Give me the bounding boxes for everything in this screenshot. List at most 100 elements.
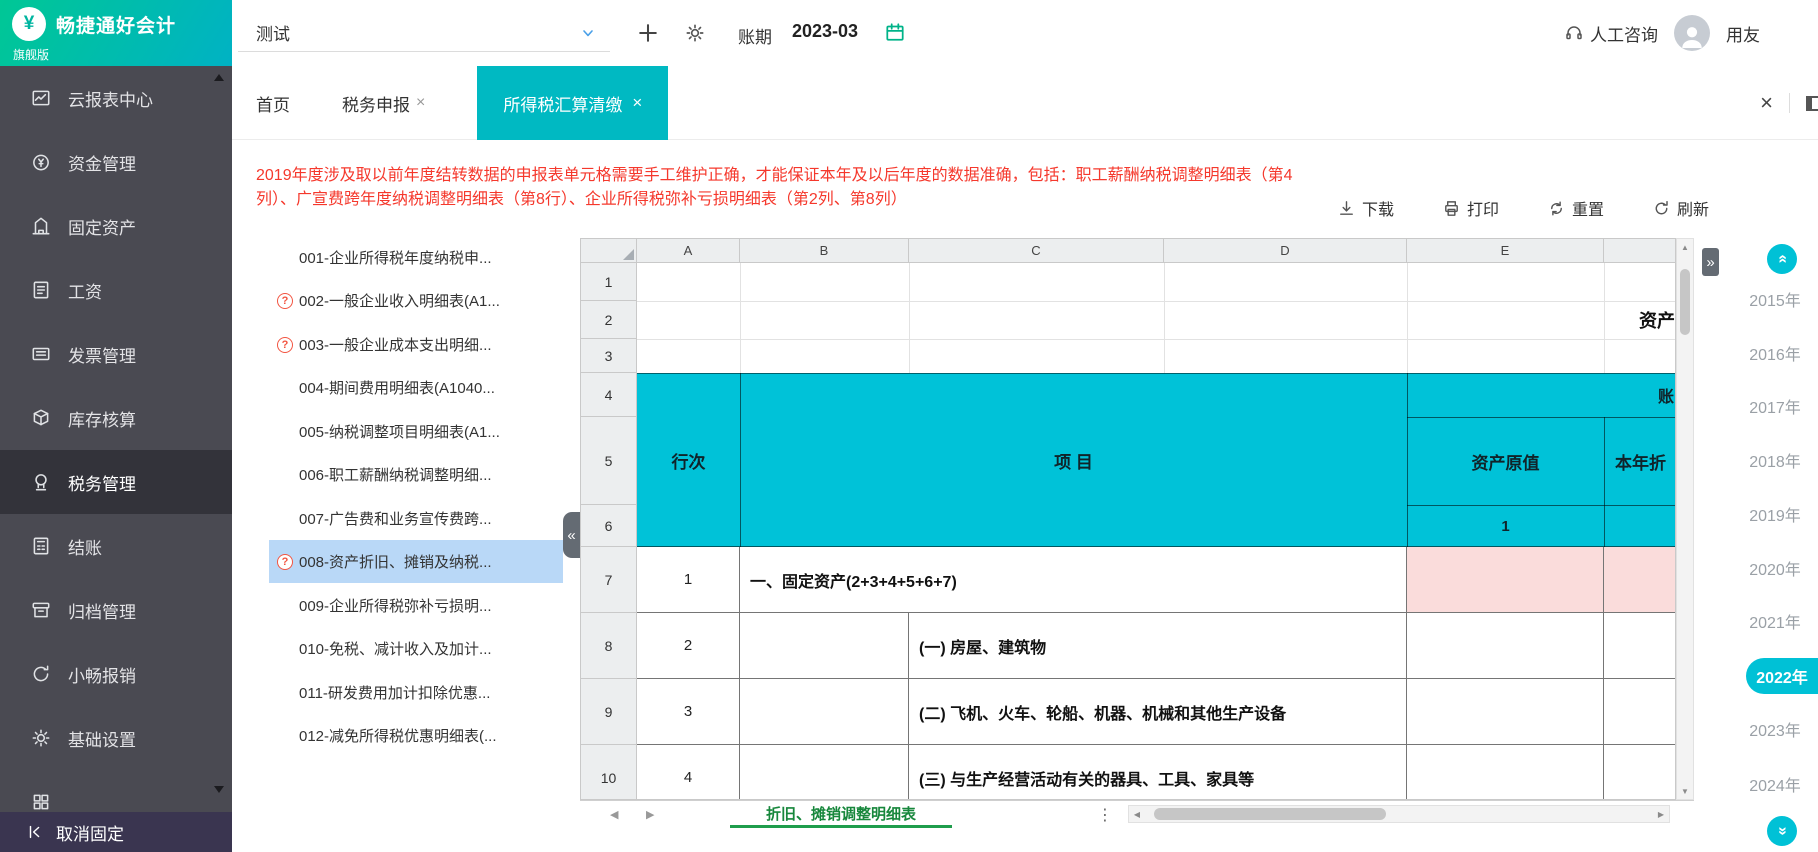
- row-header[interactable]: 9: [581, 679, 637, 745]
- sheet-cell[interactable]: [1407, 547, 1604, 613]
- report-item[interactable]: 006-职工薪酬纳税调整明细...: [269, 453, 563, 496]
- year-item-2023[interactable]: 2023年: [1732, 711, 1818, 747]
- sidebar-item-tax[interactable]: 税务管理: [0, 450, 232, 514]
- calendar-icon[interactable]: [884, 21, 906, 43]
- row-header[interactable]: 4: [581, 373, 637, 417]
- row-header[interactable]: 7: [581, 547, 637, 613]
- header-cell-item[interactable]: 项 目: [740, 373, 1407, 547]
- row-header[interactable]: 2: [581, 301, 637, 339]
- header-cell-depreciation-partial[interactable]: 本年折: [1604, 417, 1675, 505]
- year-item-2015[interactable]: 2015年: [1732, 281, 1818, 317]
- scroll-right-icon[interactable]: ▶: [1653, 806, 1669, 822]
- sidebar-item-fixed-assets[interactable]: 固定资产: [0, 194, 232, 258]
- report-item[interactable]: 012-减免所得税优惠明细表(...: [269, 714, 563, 757]
- period-value[interactable]: 2023-03: [792, 21, 858, 42]
- year-item-2019[interactable]: 2019年: [1732, 496, 1818, 532]
- print-button[interactable]: 打印: [1442, 196, 1499, 220]
- report-item[interactable]: 001-企业所得税年度纳税申...: [269, 236, 563, 279]
- sheet-cell[interactable]: [1407, 613, 1604, 679]
- sheet-cell[interactable]: [1604, 547, 1675, 613]
- header-cell-row-no[interactable]: 行次: [637, 373, 740, 547]
- download-button[interactable]: 下载: [1337, 196, 1394, 220]
- tab-home[interactable]: 首页: [256, 91, 290, 116]
- avatar[interactable]: [1674, 15, 1710, 51]
- report-item[interactable]: 005-纳税调整项目明细表(A1...: [269, 410, 563, 453]
- panel-restore-icon[interactable]: [1806, 95, 1818, 111]
- topbar-gear-icon[interactable]: [684, 22, 706, 44]
- username[interactable]: 用友: [1726, 21, 1760, 46]
- account-selector[interactable]: 测试: [238, 14, 610, 52]
- year-item-2020[interactable]: 2020年: [1732, 550, 1818, 586]
- sheet-cell[interactable]: [1604, 679, 1675, 745]
- sidebar-item-archive[interactable]: 归档管理: [0, 578, 232, 642]
- sidebar-item-cloud-report[interactable]: 云报表中心: [0, 66, 232, 130]
- sidebar-item-reimburse[interactable]: 小畅报销: [0, 642, 232, 706]
- sidebar-scroll-down-icon[interactable]: [214, 786, 224, 793]
- expand-years-handle[interactable]: »: [1702, 248, 1719, 276]
- column-header-b[interactable]: B: [740, 239, 909, 263]
- sheet-cell[interactable]: 1: [637, 547, 740, 613]
- year-item-2024[interactable]: 2024年: [1732, 766, 1818, 802]
- year-item-2018[interactable]: 2018年: [1732, 442, 1818, 478]
- column-header-d[interactable]: D: [1164, 239, 1407, 263]
- sidebar-item-settings[interactable]: 基础设置: [0, 706, 232, 770]
- close-all-icon[interactable]: ×: [1760, 92, 1773, 114]
- sheet-cell[interactable]: [1407, 679, 1604, 745]
- scroll-up-icon[interactable]: ▲: [1677, 239, 1693, 255]
- sheet-cell[interactable]: 一、固定资产(2+3+4+5+6+7): [740, 547, 1407, 613]
- report-item-selected[interactable]: ? 008-资产折旧、摊销及纳税...: [269, 540, 563, 583]
- consult-button[interactable]: 人工咨询: [1564, 21, 1658, 46]
- column-header-c[interactable]: C: [909, 239, 1164, 263]
- year-item-2017[interactable]: 2017年: [1732, 388, 1818, 424]
- year-item-2021[interactable]: 2021年: [1732, 603, 1818, 639]
- row-header[interactable]: 6: [581, 505, 637, 547]
- report-item[interactable]: ? 002-一般企业收入明细表(A1...: [269, 279, 563, 322]
- unpin-sidebar-button[interactable]: 取消固定: [0, 812, 232, 852]
- horizontal-scrollbar[interactable]: ◀ ▶: [1128, 805, 1670, 823]
- add-account-button[interactable]: [636, 21, 660, 45]
- more-options-icon[interactable]: ⋮: [1097, 805, 1113, 825]
- scroll-left-icon[interactable]: ◀: [1129, 806, 1145, 822]
- sidebar-scroll-up-icon[interactable]: [214, 74, 224, 81]
- horizontal-scrollbar-thumb[interactable]: [1154, 808, 1386, 820]
- tab-income-tax-settlement[interactable]: 所得税汇算清缴 ×: [477, 66, 669, 140]
- sidebar-item-inventory[interactable]: 库存核算: [0, 386, 232, 450]
- column-header-e[interactable]: E: [1407, 239, 1604, 263]
- tab-tax-filing[interactable]: 税务申报 ×: [342, 91, 425, 116]
- sheet-cell[interactable]: (一) 房屋、建筑物: [909, 613, 1407, 679]
- sheet-tab-prev-icon[interactable]: ◀: [610, 808, 618, 821]
- select-all-corner[interactable]: [581, 239, 637, 263]
- sheet-cell[interactable]: [740, 613, 909, 679]
- refresh-button[interactable]: 刷新: [1652, 196, 1709, 220]
- sidebar-item-closing[interactable]: 结账: [0, 514, 232, 578]
- sheet-cell[interactable]: 2: [637, 613, 740, 679]
- row-header[interactable]: 8: [581, 613, 637, 679]
- column-header-f[interactable]: [1604, 239, 1675, 263]
- report-item[interactable]: 011-研发费用加计扣除优惠...: [269, 671, 563, 714]
- report-item[interactable]: 007-广告费和业务宣传费跨...: [269, 497, 563, 540]
- collapse-report-list-handle[interactable]: «: [563, 512, 580, 558]
- header-col-number[interactable]: 1: [1407, 505, 1604, 547]
- sheet-cell[interactable]: [740, 745, 909, 799]
- sidebar-item-invoice[interactable]: 发票管理: [0, 322, 232, 386]
- header-cell-asset-original[interactable]: 资产原值: [1407, 417, 1604, 505]
- vertical-scrollbar[interactable]: ▲ ▼: [1676, 238, 1694, 800]
- sheet-cell[interactable]: [1604, 613, 1675, 679]
- sheet-cell[interactable]: 3: [637, 679, 740, 745]
- year-item-2022-selected[interactable]: 2022年: [1746, 658, 1818, 694]
- report-item[interactable]: 004-期间费用明细表(A1040...: [269, 366, 563, 409]
- sheet-cell[interactable]: [1407, 745, 1604, 799]
- reset-button[interactable]: 重置: [1547, 196, 1604, 220]
- report-item[interactable]: 009-企业所得税弥补亏损明...: [269, 584, 563, 627]
- report-item[interactable]: 010-免税、减计收入及加计...: [269, 627, 563, 670]
- sheet-tab-depreciation[interactable]: 折旧、摊销调整明细表: [730, 801, 952, 828]
- sheet-cell[interactable]: 4: [637, 745, 740, 799]
- sidebar-item-salary[interactable]: 工资: [0, 258, 232, 322]
- column-header-a[interactable]: A: [637, 239, 740, 263]
- tab-close-icon[interactable]: ×: [632, 93, 642, 113]
- header-group-partial[interactable]: 账: [1655, 373, 1675, 417]
- years-scroll-down-button[interactable]: «: [1767, 816, 1797, 846]
- years-scroll-up-button[interactable]: «: [1767, 244, 1797, 274]
- sidebar-item-funds[interactable]: 资金管理: [0, 130, 232, 194]
- report-item[interactable]: ? 003-一般企业成本支出明细...: [269, 323, 563, 366]
